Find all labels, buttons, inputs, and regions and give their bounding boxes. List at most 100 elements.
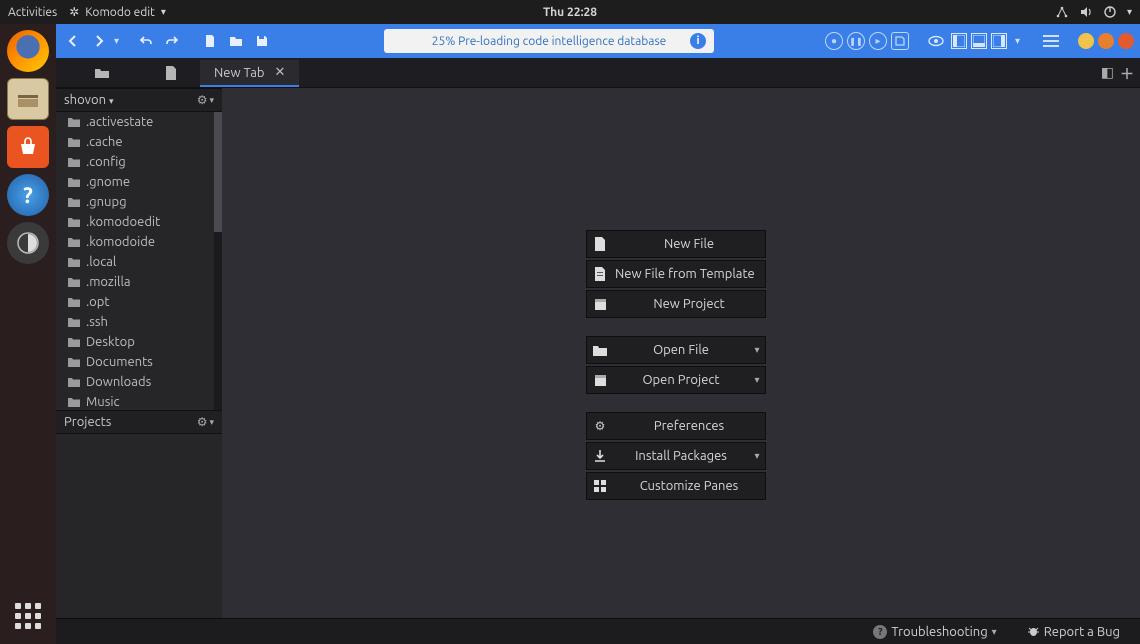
chevron-down-icon[interactable]: ▾: [1127, 6, 1132, 18]
start-open-project[interactable]: Open Project ▾: [586, 366, 766, 394]
app-menu[interactable]: ✲ Komodo edit ▾: [69, 5, 166, 19]
save-macro-icon[interactable]: [891, 32, 909, 50]
tree-item[interactable]: Downloads: [56, 372, 222, 392]
hamburger-menu[interactable]: [1040, 30, 1062, 52]
sidebar-tab-files[interactable]: [146, 58, 196, 87]
start-customize-panes[interactable]: Customize Panes: [586, 472, 766, 500]
scrollbar-thumb[interactable]: [214, 112, 222, 232]
folder-icon: [587, 344, 613, 356]
info-icon[interactable]: i: [690, 33, 706, 49]
sidebar-projects-label: Projects: [64, 415, 111, 429]
power-icon[interactable]: [1103, 5, 1117, 19]
tree-item[interactable]: Desktop: [56, 332, 222, 352]
open-file-button[interactable]: [225, 30, 247, 52]
tree-item[interactable]: Music: [56, 392, 222, 410]
nav-dropdown-icon[interactable]: ▾: [114, 35, 119, 47]
focus-mode-icon[interactable]: [925, 30, 947, 52]
dock-show-apps[interactable]: [14, 602, 42, 630]
new-file-button[interactable]: [199, 30, 221, 52]
ubuntu-dock: ?: [0, 24, 56, 644]
start-new-project-label: New Project: [613, 297, 765, 311]
start-customize-panes-label: Customize Panes: [613, 479, 765, 493]
start-new-file-template[interactable]: New File from Template: [586, 260, 766, 288]
sidebar-user-label: shovon: [64, 93, 106, 107]
start-new-file[interactable]: New File: [586, 230, 766, 258]
tree-item[interactable]: .opt: [56, 292, 222, 312]
play-macro-icon[interactable]: ▸: [869, 32, 887, 50]
tree-item[interactable]: .config: [56, 152, 222, 172]
start-preferences[interactable]: ⚙ Preferences: [586, 412, 766, 440]
tab-list-icon[interactable]: ◧: [1101, 64, 1114, 84]
tree-item[interactable]: .mozilla: [56, 272, 222, 292]
tree-item[interactable]: .gnupg: [56, 192, 222, 212]
gear-icon: ⚙: [587, 419, 613, 433]
volume-icon[interactable]: [1079, 5, 1093, 19]
folder-icon: [68, 197, 80, 207]
pane-bottom-icon[interactable]: [971, 33, 987, 49]
pause-macro-icon[interactable]: ❚❚: [847, 32, 865, 50]
tree-item[interactable]: .local: [56, 252, 222, 272]
activities-button[interactable]: Activities: [8, 6, 57, 19]
start-new-project[interactable]: New Project: [586, 290, 766, 318]
dock-files[interactable]: [7, 78, 49, 120]
dock-help[interactable]: ?: [7, 174, 49, 216]
notification-dot-2[interactable]: [1098, 33, 1114, 49]
undo-button[interactable]: [135, 30, 157, 52]
notification-dot-3[interactable]: [1118, 33, 1134, 49]
pane-right-icon[interactable]: [991, 33, 1007, 49]
dock-software[interactable]: [7, 126, 49, 168]
start-open-file[interactable]: Open File ▾: [586, 336, 766, 364]
redo-button[interactable]: [161, 30, 183, 52]
folder-icon: [68, 397, 80, 407]
tree-item[interactable]: Documents: [56, 352, 222, 372]
notification-dot-1[interactable]: [1078, 33, 1094, 49]
chevron-down-icon: ▾: [992, 626, 997, 638]
status-troubleshooting[interactable]: ? Troubleshooting ▾: [873, 625, 996, 639]
dock-firefox[interactable]: [7, 30, 49, 72]
tree-item-label: .opt: [86, 295, 109, 309]
dock-komodo[interactable]: [7, 222, 49, 264]
tree-item[interactable]: .gnome: [56, 172, 222, 192]
tree-item-label: .mozilla: [86, 275, 131, 289]
network-icon[interactable]: [1055, 5, 1069, 19]
folder-icon: [68, 117, 80, 127]
nav-back-button[interactable]: [62, 30, 84, 52]
status-troubleshooting-label: Troubleshooting: [891, 625, 987, 639]
record-macro-icon[interactable]: ●: [825, 32, 843, 50]
tree-item[interactable]: .ssh: [56, 312, 222, 332]
sidebar-projects-header[interactable]: Projects ⚙▾: [56, 410, 222, 434]
tree-item[interactable]: .komodoedit: [56, 212, 222, 232]
tree-item[interactable]: .komodoide: [56, 232, 222, 252]
sidebar-projects-gear-icon[interactable]: ⚙▾: [197, 415, 214, 429]
status-report-bug[interactable]: Report a Bug: [1027, 625, 1120, 639]
file-tree[interactable]: .activestate.cache.config.gnome.gnupg.ko…: [56, 112, 222, 410]
save-button[interactable]: [251, 30, 273, 52]
pane-dropdown-icon[interactable]: ▾: [1011, 35, 1024, 47]
pane-left-icon[interactable]: [951, 33, 967, 49]
tab-close-icon[interactable]: ✕: [275, 65, 286, 80]
gnome-top-bar: Activities ✲ Komodo edit ▾ Thu 22:28 ▾: [0, 0, 1140, 24]
nav-forward-button[interactable]: [88, 30, 110, 52]
start-install-packages[interactable]: Install Packages ▾: [586, 442, 766, 470]
file-icon: [165, 66, 177, 80]
tree-item-label: .ssh: [86, 315, 108, 329]
tab-add-icon[interactable]: ＋: [1120, 64, 1134, 84]
clock[interactable]: Thu 22:28: [543, 6, 597, 19]
sidebar-gear-icon[interactable]: ⚙▾: [197, 93, 214, 107]
folder-icon: [68, 377, 80, 387]
start-new-file-label: New File: [613, 237, 765, 251]
sidebar-tab-places[interactable]: [62, 58, 142, 87]
progress-indicator: 25% Pre-loading code intelligence databa…: [384, 29, 714, 53]
tab-label: New Tab: [214, 66, 265, 80]
tree-item-label: Downloads: [86, 375, 151, 389]
start-preferences-label: Preferences: [613, 419, 765, 433]
chevron-down-icon: ▾: [749, 344, 765, 356]
tree-item[interactable]: .cache: [56, 132, 222, 152]
tab-new[interactable]: New Tab ✕: [200, 60, 299, 87]
download-icon: [587, 450, 613, 462]
chevron-down-icon: ▾: [109, 96, 114, 106]
folder-icon: [68, 177, 80, 187]
sidebar-user-header[interactable]: shovon ▾ ⚙▾: [56, 88, 222, 112]
tree-item[interactable]: .activestate: [56, 112, 222, 132]
tree-item-label: .cache: [86, 135, 123, 149]
